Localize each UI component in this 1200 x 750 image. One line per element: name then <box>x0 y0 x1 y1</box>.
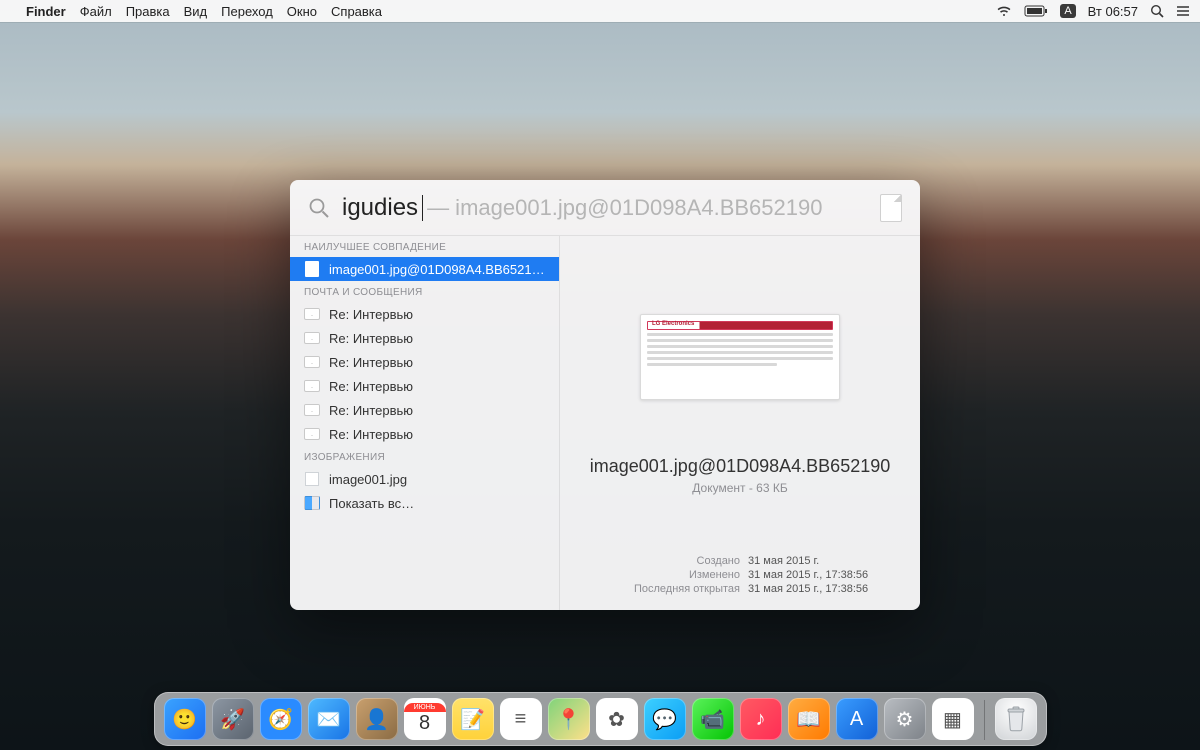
meta-opened-label: Последняя открытая <box>634 583 740 595</box>
image-icon <box>304 471 320 487</box>
menu-view[interactable]: Вид <box>184 4 208 19</box>
menu-file[interactable]: Файл <box>80 4 112 19</box>
menu-edit[interactable]: Правка <box>126 4 170 19</box>
dock-app-calendar[interactable]: ИЮНЬ8 <box>404 698 446 740</box>
dock-app-itunes[interactable]: ♪ <box>740 698 782 740</box>
result-thumbnail-icon <box>880 194 902 222</box>
preview-brand: LG Electronics <box>652 321 694 327</box>
result-label: Re: Интервью <box>329 355 545 370</box>
notification-center-icon[interactable] <box>1176 5 1190 17</box>
spotlight-query-text: igudies <box>342 194 418 222</box>
menubar: Finder Файл Правка Вид Переход Окно Спра… <box>0 0 1200 22</box>
menubar-clock[interactable]: Вт 06:57 <box>1088 4 1138 19</box>
section-best-match: НАИЛУЧШЕЕ СОВПАДЕНИЕ <box>290 236 559 257</box>
search-icon <box>308 197 330 219</box>
preview-document-thumbnail: LG Electronics <box>640 314 840 400</box>
dock: 🙂🚀🧭✉️👤ИЮНЬ8📝≡📍✿💬📹♪📖A⚙▦ <box>154 692 1047 746</box>
spotlight-menu-icon[interactable] <box>1150 4 1164 18</box>
menu-go[interactable]: Переход <box>221 4 273 19</box>
dock-separator <box>984 700 985 740</box>
mail-icon <box>304 354 320 370</box>
dock-app-notes[interactable]: 📝 <box>452 698 494 740</box>
meta-modified-label: Изменено <box>689 569 740 581</box>
dock-app-messages[interactable]: 💬 <box>644 698 686 740</box>
dock-app-mail[interactable]: ✉️ <box>308 698 350 740</box>
wifi-icon[interactable] <box>996 5 1012 17</box>
section-images: ИЗОБРАЖЕНИЯ <box>290 446 559 467</box>
meta-created-value: 31 мая 2015 г. <box>748 555 898 567</box>
dock-app-mission[interactable]: ▦ <box>932 698 974 740</box>
preview-title: image001.jpg@01D098A4.BB652190 <box>590 456 891 477</box>
mail-icon <box>304 426 320 442</box>
result-label: image001.jpg <box>329 472 545 487</box>
result-mail-0[interactable]: Re: Интервью <box>290 302 559 326</box>
spotlight-preview-pane: LG Electronics image001.jpg@01D098A4.BB6… <box>560 236 920 610</box>
meta-opened-value: 31 мая 2015 г., 17:38:56 <box>748 583 898 595</box>
dock-app-facetime[interactable]: 📹 <box>692 698 734 740</box>
mail-icon <box>304 402 320 418</box>
menu-window[interactable]: Окно <box>287 4 317 19</box>
result-label: Re: Интервью <box>329 403 545 418</box>
battery-icon[interactable] <box>1024 5 1048 17</box>
preview-subtitle: Документ - 63 КБ <box>692 481 787 495</box>
menu-help[interactable]: Справка <box>331 4 382 19</box>
spotlight-panel: igudies — image001.jpg@01D098A4.BB652190… <box>290 180 920 610</box>
dock-app-appstore[interactable]: A <box>836 698 878 740</box>
calendar-day: 8 <box>419 712 430 735</box>
text-caret <box>422 195 423 221</box>
spotlight-completion: — image001.jpg@01D098A4.BB652190 <box>427 195 822 221</box>
result-mail-2[interactable]: Re: Интервью <box>290 350 559 374</box>
result-label: image001.jpg@01D098A4.BB6521… <box>329 262 545 277</box>
dock-app-contacts[interactable]: 👤 <box>356 698 398 740</box>
dock-app-launchpad[interactable]: 🚀 <box>212 698 254 740</box>
result-mail-4[interactable]: Re: Интервью <box>290 398 559 422</box>
result-label: Показать вс… <box>329 496 545 511</box>
result-mail-1[interactable]: Re: Интервью <box>290 326 559 350</box>
dock-app-reminders[interactable]: ≡ <box>500 698 542 740</box>
section-mail: ПОЧТА И СООБЩЕНИЯ <box>290 281 559 302</box>
result-best-match[interactable]: image001.jpg@01D098A4.BB6521… <box>290 257 559 281</box>
dock-app-photos[interactable]: ✿ <box>596 698 638 740</box>
meta-modified-value: 31 мая 2015 г., 17:38:56 <box>748 569 898 581</box>
document-icon <box>304 261 320 277</box>
dock-app-maps[interactable]: 📍 <box>548 698 590 740</box>
meta-created-label: Создано <box>697 555 740 567</box>
spotlight-results-list[interactable]: НАИЛУЧШЕЕ СОВПАДЕНИЕ image001.jpg@01D098… <box>290 236 560 610</box>
result-image-0[interactable]: image001.jpg <box>290 467 559 491</box>
result-label: Re: Интервью <box>329 307 545 322</box>
dock-app-safari[interactable]: 🧭 <box>260 698 302 740</box>
result-show-all[interactable]: Показать вс… <box>290 491 559 515</box>
input-language-badge[interactable]: А <box>1060 4 1075 18</box>
result-label: Re: Интервью <box>329 427 545 442</box>
result-mail-3[interactable]: Re: Интервью <box>290 374 559 398</box>
result-label: Re: Интервью <box>329 331 545 346</box>
mail-icon <box>304 378 320 394</box>
spotlight-search-row[interactable]: igudies — image001.jpg@01D098A4.BB652190 <box>290 180 920 236</box>
spotlight-query[interactable]: igudies — image001.jpg@01D098A4.BB652190 <box>342 194 822 222</box>
dock-app-ibooks[interactable]: 📖 <box>788 698 830 740</box>
mail-icon <box>304 306 320 322</box>
finder-icon <box>304 495 320 511</box>
dock-trash[interactable] <box>995 698 1037 740</box>
preview-metadata: Создано 31 мая 2015 г. Изменено 31 мая 201… <box>582 554 898 596</box>
dock-app-finder[interactable]: 🙂 <box>164 698 206 740</box>
result-mail-5[interactable]: Re: Интервью <box>290 422 559 446</box>
menubar-app-name[interactable]: Finder <box>26 4 66 19</box>
dock-app-preferences[interactable]: ⚙ <box>884 698 926 740</box>
result-label: Re: Интервью <box>329 379 545 394</box>
calendar-month: ИЮНЬ <box>404 703 446 712</box>
mail-icon <box>304 330 320 346</box>
